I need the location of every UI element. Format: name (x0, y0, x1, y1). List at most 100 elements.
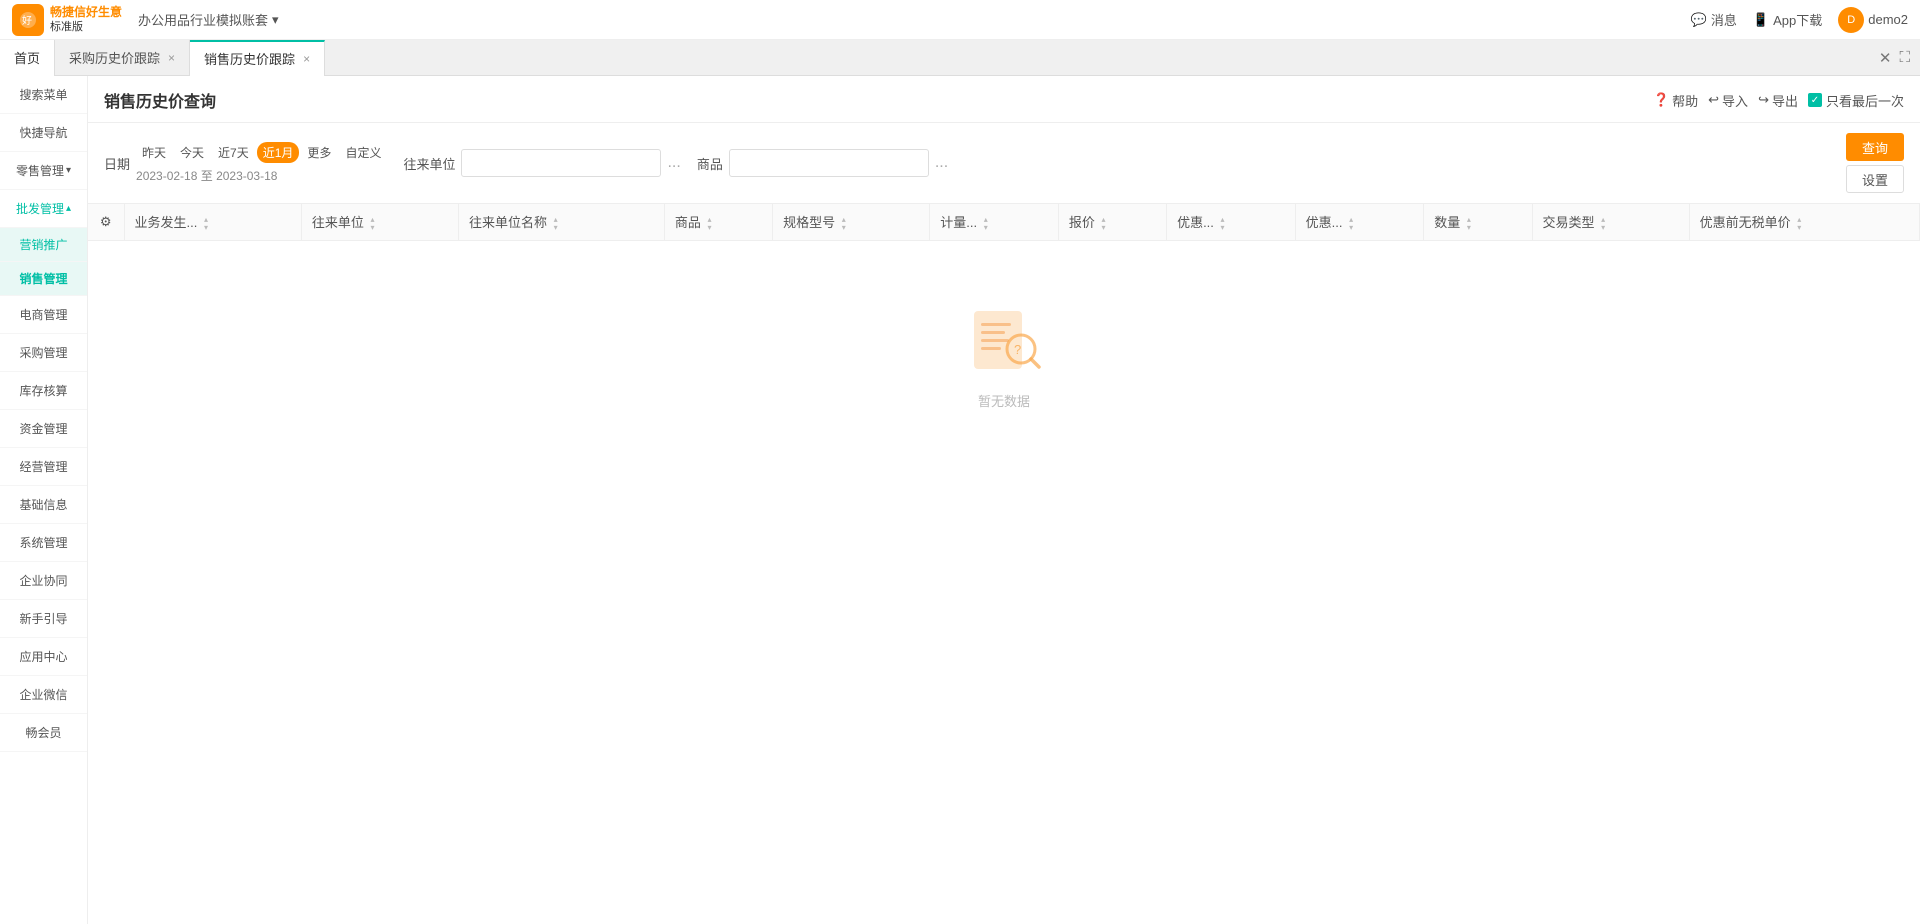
query-actions: 查询 设置 (1846, 133, 1904, 193)
sidebar-item-operations[interactable]: 经营管理 (0, 448, 87, 486)
empty-state-text: 暂无数据 (978, 391, 1030, 410)
date-filter-label: 日期 (104, 154, 130, 173)
tab-home[interactable]: 首页 (0, 40, 55, 76)
only-last-label: 只看最后一次 (1826, 91, 1904, 110)
th-counterpart-code[interactable]: 往来单位 ▴▾ (301, 204, 458, 240)
page-title: 销售历史价查询 (104, 88, 216, 112)
sidebar-item-ecommerce[interactable]: 电商管理 (0, 296, 87, 334)
sort-icon: ▴▾ (554, 216, 558, 232)
sort-icon: ▴▾ (371, 216, 375, 232)
th-gear[interactable]: ⚙ (88, 204, 124, 240)
help-button[interactable]: ❓ 帮助 (1653, 91, 1698, 110)
sidebar-item-purchase-mgmt[interactable]: 采购管理 (0, 334, 87, 372)
sidebar-item-enterprise-collab[interactable]: 企业协同 (0, 562, 87, 600)
th-spec[interactable]: 规格型号 ▴▾ (773, 204, 930, 240)
svg-text:好: 好 (22, 15, 32, 27)
close-sales-tab-icon[interactable]: × (303, 52, 310, 66)
close-all-tabs-button[interactable]: ✕ (1879, 49, 1892, 67)
tab-sales-history[interactable]: 销售历史价跟踪 × (190, 40, 325, 76)
data-table: ⚙ 业务发生... ▴▾ 往来单位 ▴▾ 往来单位名称 ▴▾ (88, 204, 1920, 241)
export-button[interactable]: ↪ 导出 (1758, 91, 1798, 110)
sidebar-item-marketing[interactable]: 营销推广 (0, 228, 87, 262)
sort-icon: ▴▾ (1221, 216, 1225, 232)
only-last-checkbox[interactable]: 只看最后一次 (1808, 91, 1904, 110)
tab-sales-history-label: 销售历史价跟踪 (204, 49, 295, 68)
sidebar-finance-label: 资金管理 (19, 422, 67, 436)
counterpart-input[interactable] (461, 149, 661, 177)
checkbox-teal-icon (1808, 93, 1822, 107)
logo-line1: 畅捷信好生意 (50, 5, 122, 21)
date-btn-last1month[interactable]: 近1月 (257, 142, 300, 163)
date-btn-more[interactable]: 更多 (301, 142, 337, 163)
help-label: 帮助 (1672, 91, 1698, 110)
th-discount2[interactable]: 优惠... ▴▾ (1295, 204, 1424, 240)
sort-icon: ▴▾ (204, 216, 208, 232)
query-button[interactable]: 查询 (1846, 133, 1904, 161)
sidebar-item-quick-nav[interactable]: 快捷导航 (0, 114, 87, 152)
main-layout: 搜索菜单 快捷导航 零售管理 ▾ 批发管理 ▴ 营销推广 销售管理 电商管理 采… (0, 76, 1920, 924)
date-btn-last7days[interactable]: 近7天 (212, 142, 255, 163)
close-purchase-tab-icon[interactable]: × (168, 51, 175, 65)
th-biz-date[interactable]: 业务发生... ▴▾ (124, 204, 301, 240)
sidebar-enterprise-wechat-label: 企业微信 (19, 688, 67, 702)
filter-bar: 日期 昨天 今天 近7天 近1月 更多 自定义 2023-02-18 至 202… (88, 123, 1920, 204)
sort-icon: ▴▾ (708, 216, 712, 232)
tab-purchase-history[interactable]: 采购历史价跟踪 × (55, 40, 190, 76)
chevron-down-icon: ▾ (66, 165, 71, 176)
app-selector[interactable]: 办公用品行业模拟账套 ▾ (130, 10, 287, 29)
date-range-text: 2023-02-18 至 2023-03-18 (136, 167, 387, 184)
sort-icon: ▴▾ (842, 216, 846, 232)
sidebar-item-vip-member[interactable]: 畅会员 (0, 714, 87, 752)
th-counterpart-name[interactable]: 往来单位名称 ▴▾ (458, 204, 664, 240)
th-goods[interactable]: 商品 ▴▾ (664, 204, 772, 240)
app-download-button[interactable]: 📱 App下载 (1753, 10, 1822, 29)
counterpart-filter-group: 往来单位 ... (403, 149, 680, 177)
goods-input[interactable] (729, 149, 929, 177)
sidebar-item-system-mgmt[interactable]: 系统管理 (0, 524, 87, 562)
sidebar-search-menu-label: 搜索菜单 (19, 88, 67, 102)
sidebar-item-retail-mgmt[interactable]: 零售管理 ▾ (0, 152, 87, 190)
counterpart-dots[interactable]: ... (667, 155, 680, 171)
sidebar-item-inventory[interactable]: 库存核算 (0, 372, 87, 410)
mobile-icon: 📱 (1753, 12, 1769, 28)
sidebar-operations-label: 经营管理 (19, 460, 67, 474)
th-pre-tax-price[interactable]: 优惠前无税单价 ▴▾ (1689, 204, 1919, 240)
user-menu[interactable]: D demo2 (1838, 7, 1908, 33)
sidebar-item-app-center[interactable]: 应用中心 (0, 638, 87, 676)
chevron-up-icon: ▴ (66, 203, 71, 214)
th-discount1[interactable]: 优惠... ▴▾ (1167, 204, 1296, 240)
app-download-label: App下载 (1773, 10, 1822, 29)
goods-filter-label: 商品 (697, 154, 723, 173)
table-container: ⚙ 业务发生... ▴▾ 往来单位 ▴▾ 往来单位名称 ▴▾ (88, 204, 1920, 924)
sidebar-item-finance[interactable]: 资金管理 (0, 410, 87, 448)
th-trade-type[interactable]: 交易类型 ▴▾ (1532, 204, 1689, 240)
maximize-button[interactable]: ⛶ (1899, 49, 1910, 66)
sidebar-item-sales-mgmt[interactable]: 销售管理 (0, 262, 87, 296)
import-button[interactable]: ↩ 导入 (1708, 91, 1748, 110)
sidebar-inventory-label: 库存核算 (19, 384, 67, 398)
sidebar-item-wholesale-mgmt[interactable]: 批发管理 ▴ (0, 190, 87, 228)
export-icon: ↪ (1758, 92, 1769, 108)
sidebar-item-enterprise-wechat[interactable]: 企业微信 (0, 676, 87, 714)
tab-home-label: 首页 (14, 48, 40, 67)
th-quote[interactable]: 报价 ▴▾ (1058, 204, 1166, 240)
date-buttons: 昨天 今天 近7天 近1月 更多 自定义 (136, 142, 387, 163)
message-button[interactable]: 💬 消息 (1691, 10, 1737, 29)
gear-icon[interactable]: ⚙ (100, 214, 112, 229)
sidebar-item-basic-info[interactable]: 基础信息 (0, 486, 87, 524)
setting-button[interactable]: 设置 (1846, 165, 1904, 193)
goods-dots[interactable]: ... (935, 155, 948, 171)
date-filter-group: 日期 昨天 今天 近7天 近1月 更多 自定义 2023-02-18 至 202… (104, 142, 387, 184)
page-title-row: 销售历史价查询 ❓ 帮助 ↩ 导入 ↪ 导出 (104, 88, 1904, 122)
sidebar-basic-info-label: 基础信息 (19, 498, 67, 512)
th-quantity[interactable]: 数量 ▴▾ (1424, 204, 1532, 240)
date-btn-today[interactable]: 今天 (174, 142, 210, 163)
app-name: 办公用品行业模拟账套 (138, 10, 268, 29)
date-btn-custom[interactable]: 自定义 (339, 142, 387, 163)
date-btn-yesterday[interactable]: 昨天 (136, 142, 172, 163)
sidebar-item-new-guide[interactable]: 新手引导 (0, 600, 87, 638)
message-icon: 💬 (1691, 12, 1707, 28)
sidebar-item-search-menu[interactable]: 搜索菜单 (0, 76, 87, 114)
th-unit[interactable]: 计量... ▴▾ (930, 204, 1059, 240)
logo-area: 好 畅捷信好生意 标准版 (12, 4, 122, 36)
